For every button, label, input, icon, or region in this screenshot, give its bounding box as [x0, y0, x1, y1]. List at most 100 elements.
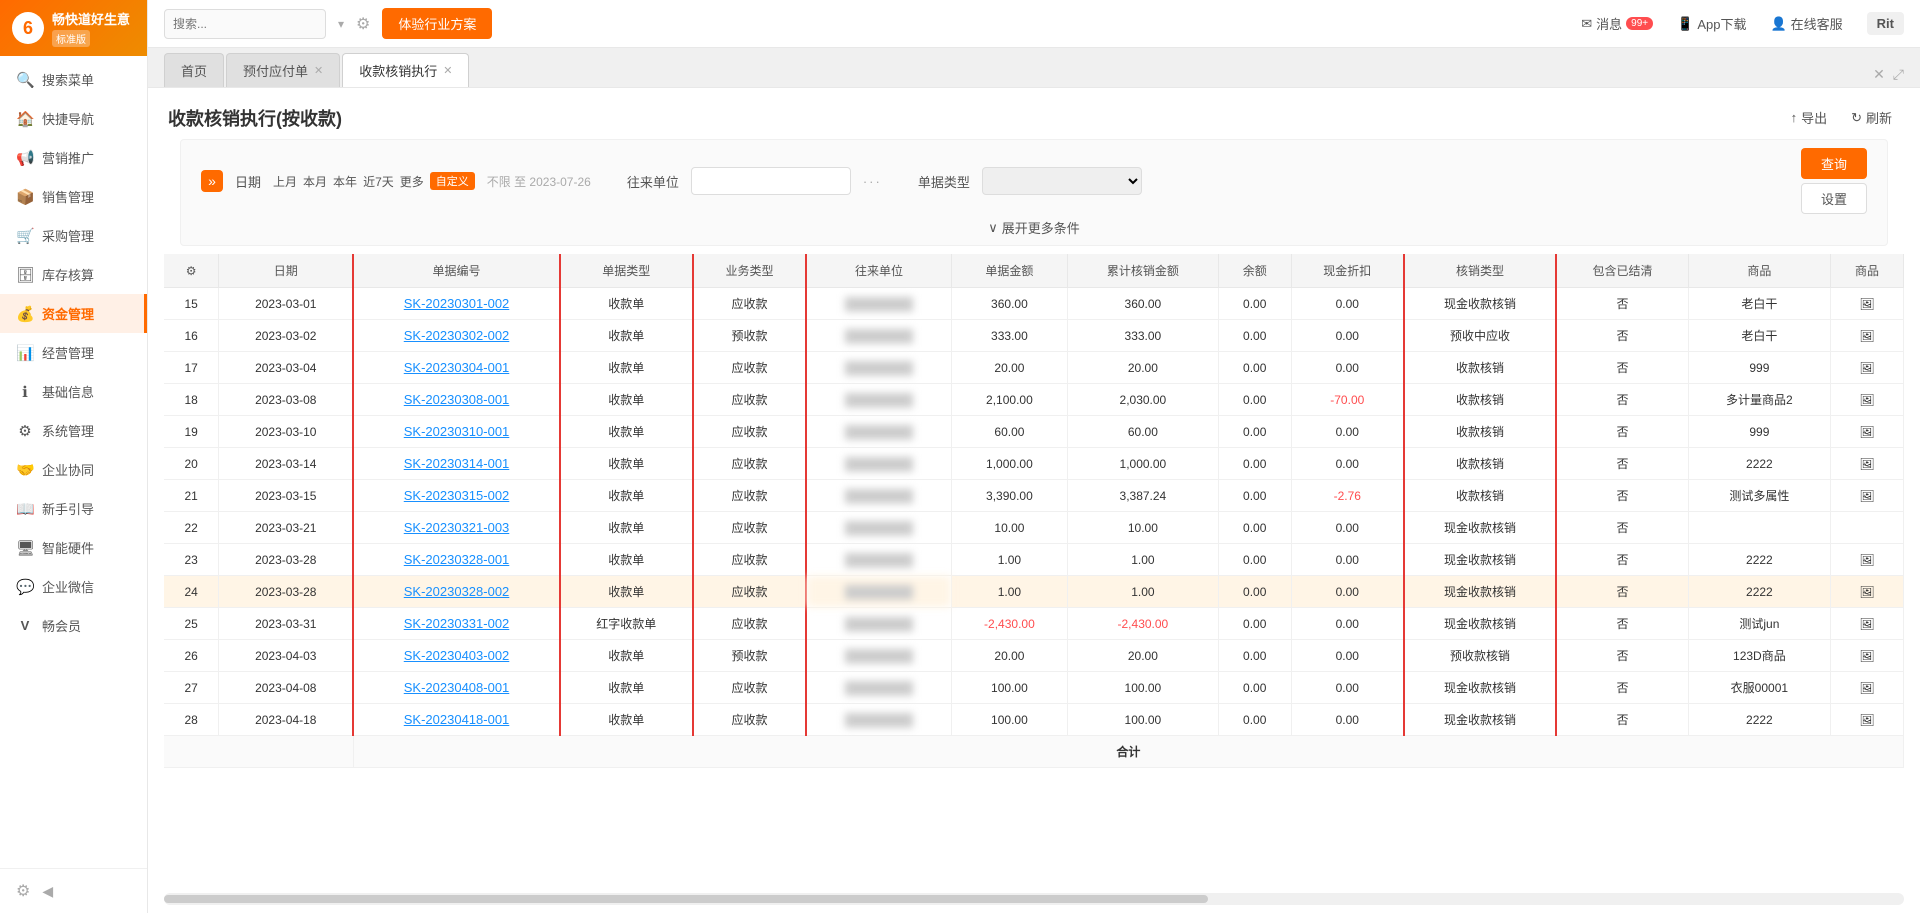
cell-seq: 20: [164, 448, 219, 480]
close-window-icon[interactable]: ✕: [1873, 66, 1885, 83]
col-header-gear[interactable]: ⚙: [164, 254, 219, 288]
filter-toggle-button[interactable]: »: [201, 170, 223, 192]
cell-docno[interactable]: SK-20230301-002: [353, 288, 560, 320]
cell-seq: 28: [164, 704, 219, 736]
maximize-window-icon[interactable]: ⤢: [1893, 66, 1904, 83]
settings-icon[interactable]: ⚙: [16, 881, 30, 901]
sidebar-item-sales[interactable]: 📦 销售管理: [0, 177, 147, 216]
trading-unit-dots[interactable]: ···: [863, 174, 882, 189]
cell-docno[interactable]: SK-20230321-003: [353, 512, 560, 544]
sidebar-item-purchase[interactable]: 🛒 采购管理: [0, 216, 147, 255]
bottom-spacer: [148, 905, 1920, 913]
doc-link[interactable]: SK-20230328-002: [404, 584, 510, 599]
cell-doctype: 收款单: [560, 640, 693, 672]
tab-home[interactable]: 首页: [164, 53, 224, 87]
doc-link[interactable]: SK-20230310-001: [404, 424, 510, 439]
export-button[interactable]: ↑ 导出: [1783, 104, 1836, 131]
doc-link[interactable]: SK-20230408-001: [404, 680, 510, 695]
tab-collection-close[interactable]: ✕: [443, 64, 452, 77]
refresh-button[interactable]: ↻ 刷新: [1843, 104, 1900, 131]
message-button[interactable]: ✉ 消息 99+: [1581, 14, 1653, 33]
doc-link[interactable]: SK-20230301-002: [404, 296, 510, 311]
doc-link[interactable]: SK-20230328-001: [404, 552, 510, 567]
col-header-doctype[interactable]: 单据类型: [560, 254, 693, 288]
sidebar-item-operation[interactable]: 📊 经营管理: [0, 333, 147, 372]
col-header-includesettled[interactable]: 包含已结清: [1556, 254, 1688, 288]
tab-prepay[interactable]: 预付应付单 ✕: [226, 53, 340, 87]
sidebar-item-basic[interactable]: ℹ 基础信息: [0, 372, 147, 411]
col-header-date[interactable]: 日期: [219, 254, 353, 288]
sidebar-item-search[interactable]: 🔍 搜索菜单: [0, 60, 147, 99]
doc-link[interactable]: SK-20230331-002: [404, 616, 510, 631]
sidebar-item-inventory[interactable]: 🗄 库存核算: [0, 255, 147, 294]
tab-collection[interactable]: 收款核销执行 ✕: [342, 53, 469, 87]
doc-link[interactable]: SK-20230315-002: [404, 488, 510, 503]
system-icon: ⚙: [16, 422, 34, 440]
more-date-link[interactable]: 更多: [400, 173, 424, 190]
solution-button[interactable]: 体验行业方案: [382, 8, 492, 39]
col-header-cashdiscount[interactable]: 现金折扣: [1291, 254, 1404, 288]
cell-docno[interactable]: SK-20230308-001: [353, 384, 560, 416]
cell-docno[interactable]: SK-20230302-002: [353, 320, 560, 352]
cell-docno[interactable]: SK-20230310-001: [353, 416, 560, 448]
doc-link[interactable]: SK-20230418-001: [404, 712, 510, 727]
last-7-days-link[interactable]: 近7天: [363, 173, 394, 190]
doc-link[interactable]: SK-20230314-001: [404, 456, 510, 471]
topbar-gear-icon[interactable]: ⚙: [356, 14, 370, 34]
cell-docno[interactable]: SK-20230315-002: [353, 480, 560, 512]
sidebar-item-finance[interactable]: 💰 资金管理: [0, 294, 147, 333]
horizontal-scrollbar[interactable]: [164, 893, 1904, 905]
doc-link[interactable]: SK-20230403-002: [404, 648, 510, 663]
col-header-tradingunit[interactable]: 往来单位: [806, 254, 951, 288]
col-header-balance[interactable]: 余额: [1218, 254, 1291, 288]
sidebar-item-system[interactable]: ⚙ 系统管理: [0, 411, 147, 450]
doc-link[interactable]: SK-20230321-003: [404, 520, 510, 535]
marketing-icon: 📢: [16, 149, 34, 167]
this-year-link[interactable]: 本年: [333, 173, 357, 190]
topbar-search-input[interactable]: [165, 10, 325, 38]
cell-docno[interactable]: SK-20230408-001: [353, 672, 560, 704]
cell-hxtype: 收款核销: [1404, 480, 1556, 512]
dropdown-arrow-icon[interactable]: ▾: [338, 17, 344, 31]
cell-includesettled: 否: [1556, 288, 1688, 320]
cell-docno[interactable]: SK-20230403-002: [353, 640, 560, 672]
custom-date-button[interactable]: 自定义: [430, 172, 475, 190]
user-avatar[interactable]: Rit: [1867, 12, 1904, 35]
doc-link[interactable]: SK-20230302-002: [404, 328, 510, 343]
app-download-button[interactable]: 📱 App下载: [1677, 14, 1746, 33]
col-header-cumulativehx[interactable]: 累计核销金额: [1068, 254, 1219, 288]
last-month-link[interactable]: 上月: [273, 173, 297, 190]
sidebar-item-guide[interactable]: 📖 新手引导: [0, 489, 147, 528]
sidebar-item-enterprise[interactable]: 🤝 企业协同: [0, 450, 147, 489]
settings-button[interactable]: 设置: [1801, 183, 1867, 214]
doc-link[interactable]: SK-20230308-001: [404, 392, 510, 407]
sidebar-item-wechat[interactable]: 💬 企业微信: [0, 567, 147, 606]
doc-link[interactable]: SK-20230304-001: [404, 360, 510, 375]
this-month-link[interactable]: 本月: [303, 173, 327, 190]
sidebar-item-marketing[interactable]: 📢 营销推广: [0, 138, 147, 177]
tab-prepay-close[interactable]: ✕: [314, 64, 323, 77]
col-header-goods[interactable]: 商品: [1688, 254, 1830, 288]
trading-unit-input[interactable]: [691, 167, 851, 195]
cell-docno[interactable]: SK-20230304-001: [353, 352, 560, 384]
col-header-docamt[interactable]: 单据金额: [951, 254, 1067, 288]
col-header-docno[interactable]: 单据编号: [353, 254, 560, 288]
sidebar-item-hardware[interactable]: 🖥 智能硬件: [0, 528, 147, 567]
expand-more-button[interactable]: ∨ 展开更多条件: [988, 218, 1080, 237]
col-header-goodsmore[interactable]: 商品: [1830, 254, 1903, 288]
col-header-hxtype[interactable]: 核销类型: [1404, 254, 1556, 288]
query-button[interactable]: 查询: [1801, 148, 1867, 179]
cell-docno[interactable]: SK-20230328-002: [353, 576, 560, 608]
sidebar-item-quicknav[interactable]: 🏠 快捷导航: [0, 99, 147, 138]
cell-docno[interactable]: SK-20230418-001: [353, 704, 560, 736]
cell-tradingunit: ████████: [806, 288, 951, 320]
sidebar-item-member[interactable]: V 畅会员: [0, 606, 147, 645]
online-service-button[interactable]: 👤 在线客服: [1770, 14, 1842, 33]
cell-docno[interactable]: SK-20230328-001: [353, 544, 560, 576]
cell-goodsimg: [1830, 512, 1903, 544]
cell-docno[interactable]: SK-20230314-001: [353, 448, 560, 480]
col-header-biztype[interactable]: 业务类型: [693, 254, 806, 288]
cell-docno[interactable]: SK-20230331-002: [353, 608, 560, 640]
doc-type-select[interactable]: [982, 167, 1142, 195]
collapse-icon[interactable]: ◀: [42, 883, 53, 900]
